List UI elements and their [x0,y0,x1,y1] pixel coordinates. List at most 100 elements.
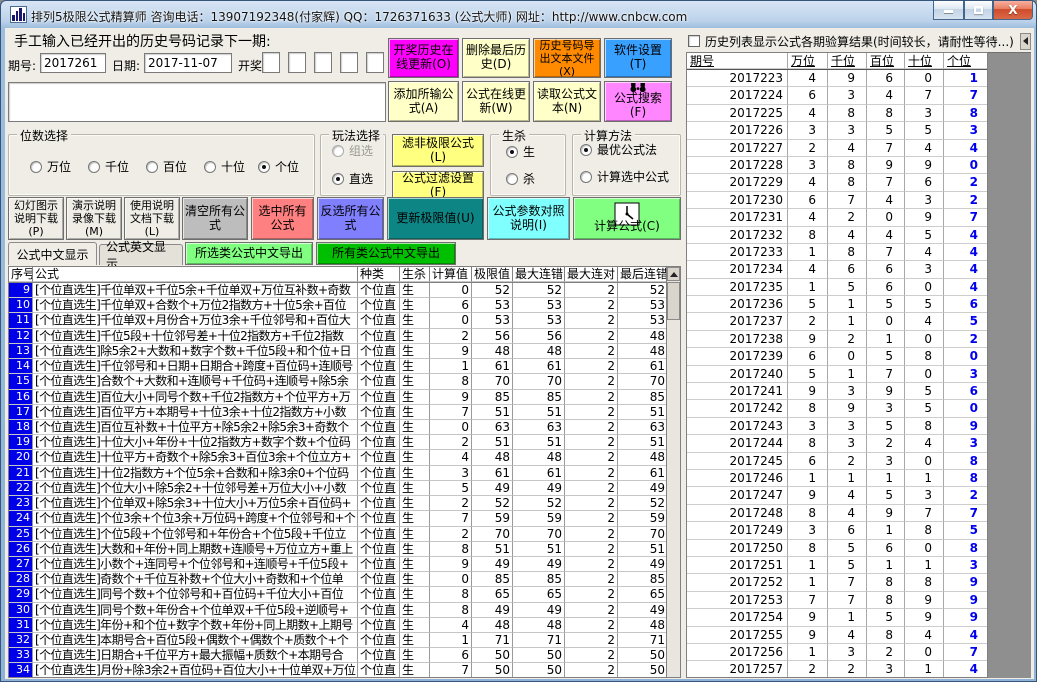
formula-search-button[interactable]: 公式搜索(F) [604,81,672,122]
formula-row[interactable]: 28 [个位直选生]奇数个+千位互补数+个位大小+奇数和+个位单 个位直生 0 85 85… [9,572,680,588]
export-history-button[interactable]: 历史号码导出文本文件(X) [533,38,601,78]
formula-row[interactable]: 25 [个位直选生]个位5段+个位邻号和+年份合+个位5段+千位立 个位直生 2 70 7… [9,526,680,542]
formula-row[interactable]: 15 [个位直选生]合数个+大数和+连顺号+千位码+连顺号+除5余 个位直生 8 70 7… [9,374,680,390]
history-row: 2017244 8 3 2 4 3 [687,435,987,453]
title-bar[interactable]: 排列5极限公式精算师 咨询电话：13907192348(付家辉) QQ：1726… [1,1,1036,28]
update-limit-button[interactable]: 更新极限值(U) [387,197,484,240]
formula-input-area[interactable] [8,82,386,122]
formula-row[interactable]: 23 [个位直选生]个位单双+除5余3+十位大小+万位5余+百位码+ 个位直生 2 52… [9,496,680,512]
add-formula-button[interactable]: 添加所输公式(A) [388,81,459,122]
software-settings-button[interactable]: 软件设置(T) [604,38,672,78]
cell-max-ok: 2 [565,602,618,618]
filter-non-limit-button[interactable]: 滤非极限公式(L) [392,134,484,167]
period-input[interactable]: 2017261 [40,53,106,73]
slide-download-button[interactable]: 幻灯图示说明下载(P) [8,197,64,240]
cell-digit-1: 2 [788,661,828,677]
cell-limit: 49 [472,602,513,618]
scroll-left-button[interactable] [1020,32,1031,50]
formula-row[interactable]: 32 [个位直选生]本期号合+百位5段+偶数个+偶数个+质数个+个 个位直生 1 71 7… [9,633,680,649]
delete-last-history-button[interactable]: 删除最后历史(D) [462,38,530,78]
tab-formula-english[interactable]: 公式英文显示 [99,240,183,271]
cell-digit-1: 1 [788,643,828,662]
scroll-up-button[interactable] [667,267,680,281]
formula-row[interactable]: 19 [个位直选生]十位大小+年份+十位2指数方+数字个数+个位码 个位直生 2 51 5… [9,435,680,451]
cell-last-err: 71 [618,633,668,649]
radio-sheng[interactable]: 生 [506,143,535,160]
formula-row[interactable]: 26 [个位直选生]大数和+年份+同上期数+连顺号+万位立方+重上 个位直生 8 51 5… [9,541,680,557]
radio-icon [204,160,216,173]
cell-digit-1: 8 [788,400,828,418]
radio-zhixuan[interactable]: 直选 [332,170,373,187]
formula-row[interactable]: 24 [个位直选生]个位3余+个位3余+万位码+跨度+个位邻号和+个 个位直生 7 59… [9,511,680,527]
tab-formula-chinese[interactable]: 公式中文显示 [8,242,97,265]
formula-row[interactable]: 16 [个位直选生]百位大小+同号个数+千位2指数方+个位平方+万 个位直生 9 85 8… [9,389,680,405]
minimize-button[interactable] [933,1,964,20]
cell-kind: 个位直 [358,435,400,451]
clear-formulas-button[interactable]: 清空所有公式 [182,197,248,240]
formula-row[interactable]: 9 [个位直选生]千位单双+千位5余+千位单双+万位互补数+奇数 个位直生 0 52 52… [9,283,680,299]
maximize-button[interactable] [964,1,993,20]
cell-digit-2: 3 [828,417,867,436]
radio-baiwei[interactable]: 百位 [146,158,187,175]
radio-calc-selected[interactable]: 计算选中公式 [580,168,669,185]
cell-digit-1: 9 [788,383,828,401]
export-selected-button[interactable]: 所选类公式中文导出 [185,242,313,265]
formula-row[interactable]: 17 [个位直选生]百位平方+本期号+十位3余+十位2指数方+小数 个位直生 7 51 5… [9,404,680,420]
draw-digit-input-4[interactable] [340,52,358,73]
radio-shiwei[interactable]: 十位 [204,158,245,175]
draw-digit-input-5[interactable] [366,52,384,73]
cell-limit: 70 [472,526,513,542]
formula-row[interactable]: 30 [个位直选生]同号个数+年份合+个位单双+千位5段+逆顺号+ 个位直生 8 49 4… [9,602,680,618]
cell-max-err: 52 [513,283,565,299]
select-all-formulas-button[interactable]: 选中所有公式 [251,197,314,240]
cell-ss: 生 [400,496,430,512]
radio-wanwei[interactable]: 万位 [30,158,71,175]
video-download-button[interactable]: 演示说明录像下载(M) [66,197,122,240]
cell-max-err: 59 [513,511,565,527]
verify-checkbox[interactable] [688,35,700,47]
formula-row[interactable]: 13 [个位直选生]除5余2+大数和+数字个数+千位5段+和个位+日 个位直生 9 48… [9,343,680,360]
draw-digit-input-2[interactable] [288,52,306,73]
formula-row[interactable]: 18 [个位直选生]百位互补数+十位平方+除5余2+除5余3+奇数个 个位直生 0 63… [9,419,680,436]
formula-row[interactable]: 11 [个位直选生]千位单双+月份合+万位3余+千位邻号和+百位大 个位直生 0 53 5… [9,313,680,329]
export-all-button[interactable]: 所有类公式中文导出 [316,242,456,265]
cell-max-err: 65 [513,587,565,603]
radio-sha[interactable]: 杀 [506,170,535,187]
formula-row[interactable]: 27 [个位直选生]小数个+连同号+个位邻号和+连顺号+千位5段+ 个位直生 9 49 4… [9,556,680,573]
formula-row[interactable]: 10 [个位直选生]千位单双+合数个+万位2指数方+十位5余+百位 个位直生 6 53 5… [9,298,680,314]
draw-digit-input-1[interactable] [262,52,280,73]
radio-best-formula[interactable]: 最优公式法 [580,141,657,158]
formula-table-scrollbar[interactable] [666,267,680,677]
radio-zuxuan[interactable]: 组选 [332,142,373,159]
date-input[interactable]: 2017-11-07 [144,53,232,73]
cell-max-err: 48 [513,450,565,466]
cell-digit-5: 3 [944,435,987,453]
radio-gewei[interactable]: 个位 [258,158,299,175]
cell-formula: [个位直选生]个位5段+个位邻号和+年份合+个位5段+千位立 [33,526,358,542]
formula-row[interactable]: 31 [个位直选生]年份+和个位+数字个数+年份+同上期数+上期号 个位直生 4 48 4… [9,617,680,634]
update-formula-online-button[interactable]: 公式在线更新(W) [462,81,530,122]
doc-download-button[interactable]: 使用说明文档下载(L) [124,197,180,240]
formula-row[interactable]: 29 [个位直选生]同号个数+个位邻号和+百位码+千位大小+百位 个位直生 8 65 65… [9,587,680,603]
close-button[interactable]: X [993,1,1033,20]
read-formula-text-button[interactable]: 读取公式文本(N) [533,81,601,122]
formula-row[interactable]: 34 [个位直选生]月份+除3余2+百位码+百位大小+十位单双+万位 个位直生 7 50… [9,663,680,677]
cell-calc: 9 [430,556,472,573]
cell-period: 2017257 [687,661,788,677]
formula-row[interactable]: 21 [个位直选生]十位2指数方+个位5余+合数和+除3余0+个位码 个位直生 3 61… [9,465,680,481]
cell-max-err: 48 [513,617,565,634]
formula-row[interactable]: 12 [个位直选生]千位5段+十位邻号差+十位2指数方+千位2指数 个位直生 2 56 5… [9,328,680,344]
formula-row[interactable]: 22 [个位直选生]个位大小+除5余2+十位邻号差+万位大小+小数 个位直生 5 49 4… [9,480,680,497]
cell-digit-2: 8 [828,174,867,192]
scrollbar-thumb[interactable] [667,282,680,320]
calculate-button[interactable]: 计算公式(C) [573,197,681,240]
invert-selection-button[interactable]: 反选所有公式 [317,197,384,240]
formula-row[interactable]: 33 [个位直选生]日期合+千位平方+最大振幅+质数个+本期号合 个位直生 6 50 50… [9,648,680,664]
radio-qianwei[interactable]: 千位 [88,158,129,175]
draw-digit-input-3[interactable] [314,52,332,73]
formula-row[interactable]: 14 [个位直选生]千位邻号和+日期+日期合+跨度+百位码+连顺号 个位直生 1 61 6… [9,359,680,375]
formula-row[interactable]: 20 [个位直选生]十位平方+奇数个+除5余3+百位3余+个位立方+ 个位直生 4 48… [9,450,680,466]
parameter-reference-button[interactable]: 公式参数对照说明(I) [487,197,570,240]
formula-filter-settings-button[interactable]: 公式过滤设置(F) [392,171,484,200]
update-history-online-button[interactable]: 开奖历史在线更新(O) [388,38,459,78]
